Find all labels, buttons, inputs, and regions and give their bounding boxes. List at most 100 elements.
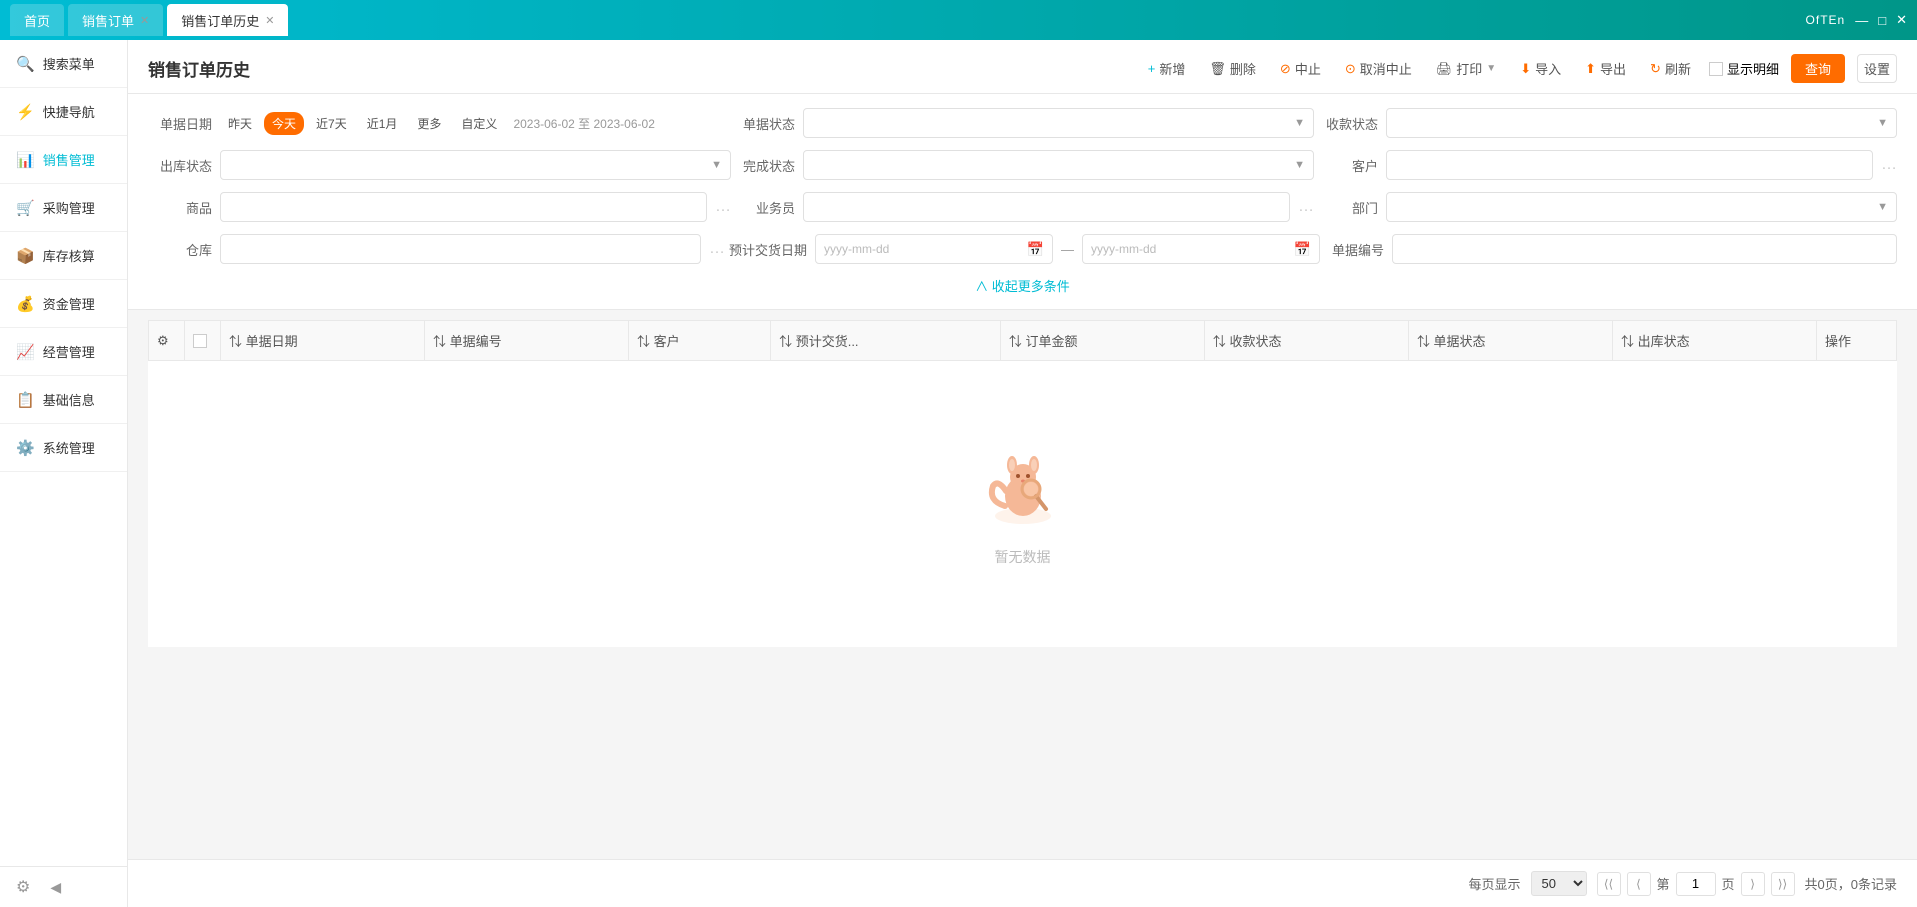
delete-icon: 🗑 [1209,61,1226,77]
delete-button[interactable]: 🗑 删除 [1203,55,1262,82]
sidebar-item-basic-info-label: 基础信息 [43,390,95,409]
page-header: 销售订单历史 + 新增 🗑 删除 ⊘ 中止 ⊙ 取消中止 [128,40,1917,94]
customer-dotdot[interactable]: … [1881,156,1897,174]
import-label: 导入 [1535,59,1561,78]
sidebar-settings-icon[interactable]: ⚙ [16,877,30,897]
query-button[interactable]: 查询 [1791,54,1845,83]
order-status-select[interactable]: ▼ [803,108,1314,138]
col-expected-delivery[interactable]: ⇅ 预计交货... [771,321,1001,361]
warehouse-dotdot[interactable]: … [709,240,725,258]
expected-delivery-start-placeholder: yyyy-mm-dd [824,242,1027,256]
date-tab-yesterday[interactable]: 昨天 [220,112,260,135]
department-label: 部门 [1314,198,1386,217]
salesperson-select[interactable] [803,192,1290,222]
payment-status-label: 收款状态 [1314,114,1386,133]
minimize-btn[interactable]: — [1855,13,1868,28]
expected-delivery-end[interactable]: yyyy-mm-dd 📅 [1082,234,1320,264]
maximize-btn[interactable]: □ [1878,13,1886,28]
product-dotdot[interactable]: … [715,198,731,216]
tab-sales-order-history[interactable]: 销售订单历史 ✕ [167,4,288,36]
expected-delivery-start[interactable]: yyyy-mm-dd 📅 [815,234,1053,264]
cancel-stop-button[interactable]: ⊙ 取消中止 [1339,55,1418,82]
next-page-button[interactable]: ⟩ [1741,872,1765,896]
last-page-button[interactable]: ⟩⟩ [1771,872,1795,896]
product-select[interactable] [220,192,707,222]
tab-sales-order[interactable]: 销售订单 ✕ [68,4,163,36]
sidebar-item-sales-mgmt[interactable]: 📊 销售管理 [0,136,127,184]
salesperson-dotdot[interactable]: … [1298,198,1314,216]
completion-status-select[interactable]: ▼ [803,150,1314,180]
query-label: 查询 [1805,59,1831,78]
settings-button[interactable]: 设置 [1857,54,1897,83]
print-label: 打印 [1456,59,1482,78]
sidebar-item-system-mgmt[interactable]: ⚙️ 系统管理 [0,424,127,472]
page-size-select[interactable]: 10 20 50 100 [1531,871,1587,896]
tab-bar: 首页 销售订单 ✕ 销售订单历史 ✕ [10,4,1806,36]
completion-status-label: 完成状态 [731,156,803,175]
tab-sales-order-close[interactable]: ✕ [140,14,149,27]
col-outbound-status[interactable]: ⇅ 出库状态 [1612,321,1816,361]
filter-row-2: 出库状态 ▼ 完成状态 ▼ 客户 … [148,150,1897,180]
payment-status-arrow-icon: ▼ [1877,117,1888,129]
gear-icon[interactable]: ⚙ [157,333,169,348]
sidebar-item-purchase-mgmt[interactable]: 🛒 采购管理 [0,184,127,232]
refresh-label: 刷新 [1665,59,1691,78]
main-layout: 🔍 搜索菜单 ⚡ 快捷导航 📊 销售管理 🛒 采购管理 📦 库存核算 💰 资金管… [0,40,1917,907]
customer-select[interactable] [1386,150,1873,180]
tab-sales-order-history-close[interactable]: ✕ [265,14,274,27]
sidebar-item-search-menu[interactable]: 🔍 搜索菜单 [0,40,127,88]
date-tab-custom[interactable]: 自定义 [453,112,505,135]
col-date[interactable]: ⇅ 单据日期 [221,321,425,361]
first-page-button[interactable]: ⟨⟨ [1597,872,1621,896]
new-button[interactable]: + 新增 [1142,55,1192,82]
table-header-check[interactable] [185,321,221,361]
display-detail-toggle[interactable]: 显示明细 [1709,59,1779,78]
tab-home[interactable]: 首页 [10,4,64,36]
prev-page-button[interactable]: ⟨ [1627,872,1651,896]
date-tab-7days[interactable]: 近7天 [308,112,355,135]
print-arrow-icon: ▼ [1486,63,1496,74]
outbound-status-label: 出库状态 [148,156,220,175]
sidebar-item-inventory-check[interactable]: 📦 库存核算 [0,232,127,280]
date-tabs: 昨天 今天 近7天 近1月 更多 自定义 [220,112,505,135]
calendar-start-icon[interactable]: 📅 [1027,241,1044,258]
purchase-mgmt-icon: 🛒 [16,199,35,217]
sidebar-item-operations-mgmt[interactable]: 📈 经营管理 [0,328,127,376]
outbound-status-select[interactable]: ▼ [220,150,731,180]
col-customer[interactable]: ⇅ 客户 [629,321,771,361]
warehouse-select[interactable] [220,234,701,264]
page-number-input[interactable] [1676,872,1716,896]
date-tab-more[interactable]: 更多 [409,112,449,135]
data-table: ⚙ ⇅ 单据日期 ⇅ 单据编号 ⇅ 客户 [148,320,1897,361]
empty-area: 暂无数据 [148,361,1897,647]
date-tab-1month[interactable]: 近1月 [359,112,406,135]
department-select[interactable]: ▼ [1386,192,1897,222]
pagination-bar: 每页显示 10 20 50 100 ⟨⟨ ⟨ 第 页 ⟩ ⟩⟩ 共0页，0条记录 [128,859,1917,907]
check-all-icon[interactable] [193,334,207,348]
col-payment-status[interactable]: ⇅ 收款状态 [1204,321,1408,361]
sidebar-item-quick-nav-label: 快捷导航 [43,102,95,121]
close-btn[interactable]: ✕ [1896,12,1907,28]
stop-button[interactable]: ⊘ 中止 [1274,55,1327,82]
sidebar-item-quick-nav[interactable]: ⚡ 快捷导航 [0,88,127,136]
page-size-label: 每页显示 [1468,874,1520,893]
import-button[interactable]: ⬇ 导入 [1514,55,1567,82]
date-tab-today[interactable]: 今天 [264,112,304,135]
calendar-end-icon[interactable]: 📅 [1294,241,1311,258]
sidebar-item-capital-mgmt-label: 资金管理 [43,294,95,313]
col-number[interactable]: ⇅ 单据编号 [425,321,629,361]
col-amount[interactable]: ⇅ 订单金额 [1000,321,1204,361]
display-detail-checkbox[interactable] [1709,62,1723,76]
sidebar-collapse-icon[interactable]: ◀ [50,879,61,896]
print-button[interactable]: 🖨 打印 ▼ [1430,55,1502,82]
col-order-status[interactable]: ⇅ 单据状态 [1408,321,1612,361]
table-header-gear[interactable]: ⚙ [149,321,185,361]
refresh-button[interactable]: ↻ 刷新 [1644,55,1697,82]
order-number-input[interactable] [1392,234,1897,264]
collapse-row[interactable]: ∧ 收起更多条件 [148,276,1897,295]
sidebar-item-purchase-mgmt-label: 采购管理 [43,198,95,217]
payment-status-select[interactable]: ▼ [1386,108,1897,138]
sidebar-item-basic-info[interactable]: 📋 基础信息 [0,376,127,424]
export-button[interactable]: ⬆ 导出 [1579,55,1632,82]
sidebar-item-capital-mgmt[interactable]: 💰 资金管理 [0,280,127,328]
